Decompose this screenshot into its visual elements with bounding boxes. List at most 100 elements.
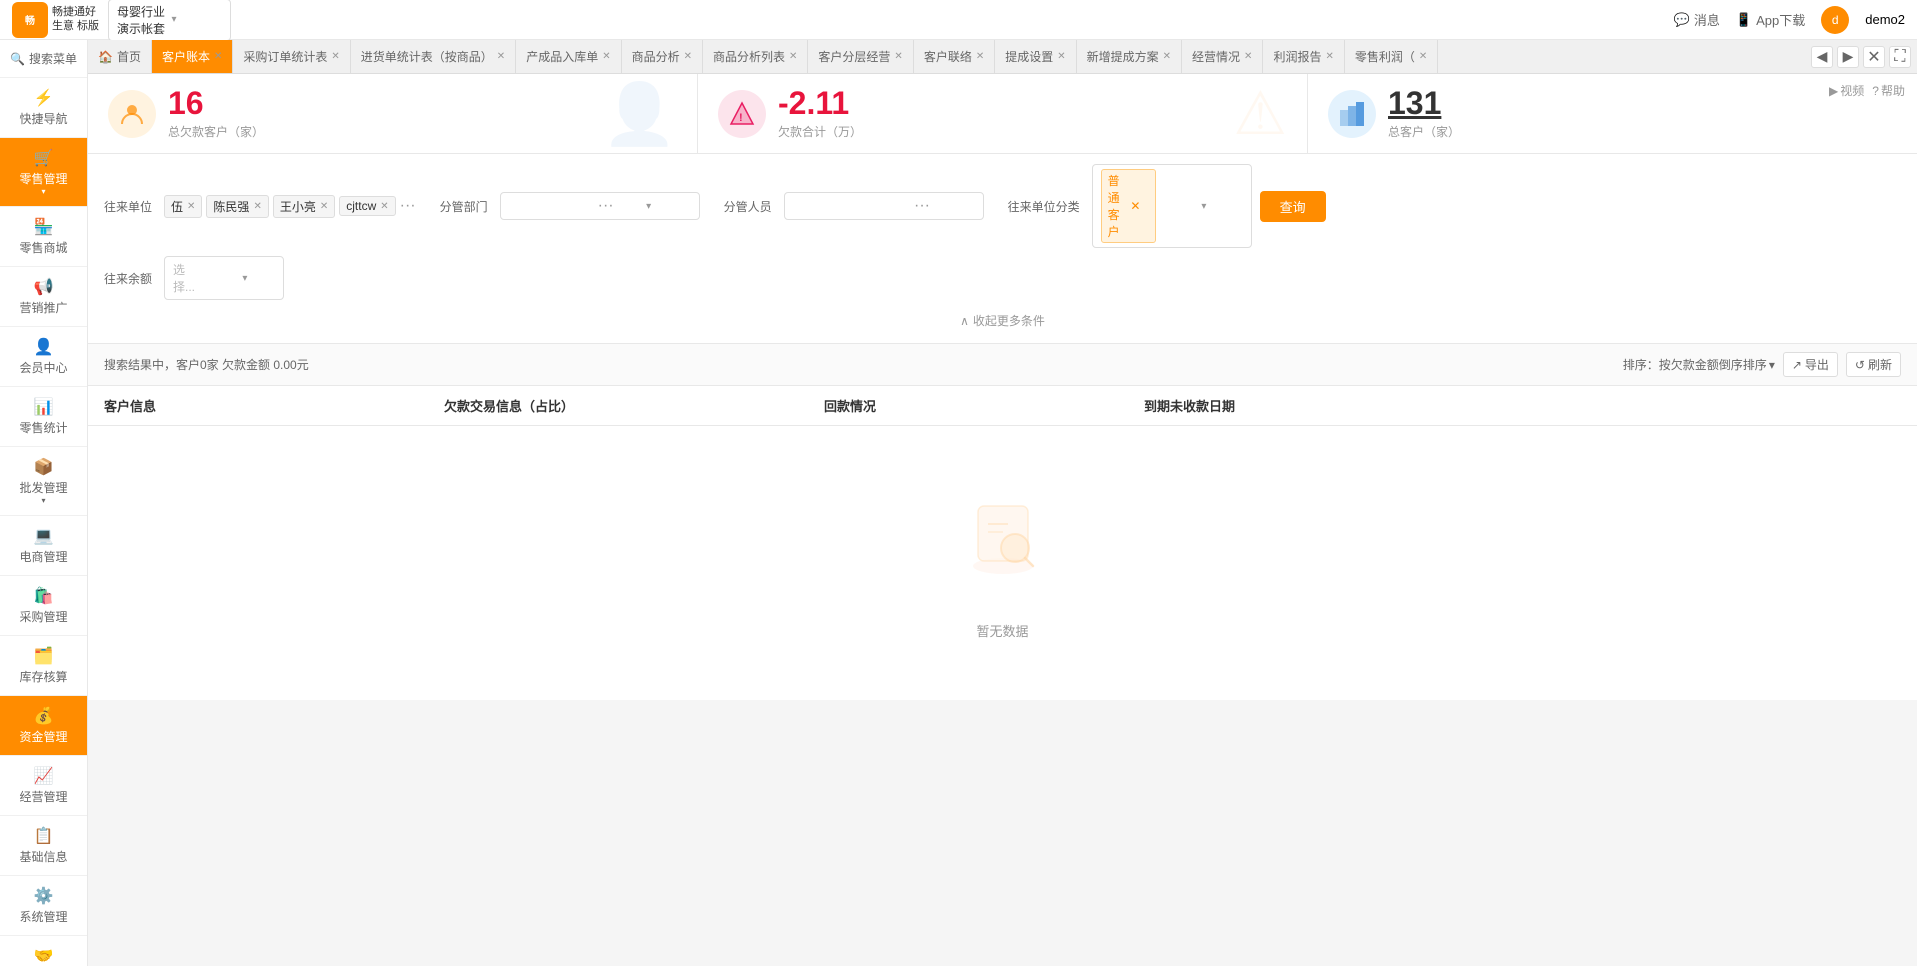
- sidebar-item-member-center[interactable]: 👤 会员中心: [0, 327, 87, 387]
- tab-close-icon[interactable]: ✕: [894, 51, 902, 62]
- sidebar-item-inventory[interactable]: 🗂️ 库存核算: [0, 636, 87, 696]
- tab-product-analysis-list[interactable]: 商品分析列表 ✕: [703, 40, 808, 74]
- results-text: 搜索结果中，客户0家 欠款金额 0.00元: [104, 356, 1623, 373]
- retail-mgmt-icon: 🛒: [34, 148, 54, 168]
- sidebar-item-sys-mgmt[interactable]: ⚙️ 系统管理: [0, 876, 87, 936]
- tab-purchase-order-stats[interactable]: 采购订单统计表 ✕: [233, 40, 350, 74]
- tab-customer-book[interactable]: 客户账本 ✕: [152, 40, 233, 74]
- sidebar-item-retail-stats[interactable]: 📊 零售统计: [0, 387, 87, 447]
- close-icon[interactable]: ✕: [380, 201, 388, 212]
- close-icon[interactable]: ✕: [1130, 199, 1149, 213]
- tab-close-icon[interactable]: ✕: [1419, 51, 1427, 62]
- chevron-down-icon: ▾: [1201, 201, 1242, 212]
- empty-text: 暂无数据: [976, 621, 1028, 640]
- avatar[interactable]: d: [1821, 6, 1849, 34]
- tab-close-icon[interactable]: ✕: [1057, 51, 1065, 62]
- sidebar-item-retail-mgmt[interactable]: 🛒 零售管理 ▾: [0, 138, 87, 207]
- logo-text: 畅捷通好生意 标版: [52, 6, 100, 32]
- tab-operations[interactable]: 经营情况 ✕: [1182, 40, 1263, 74]
- sidebar-item-label: 库存核算: [19, 668, 67, 685]
- sidebar-item-batch-mgmt[interactable]: 📦 批发管理 ▾: [0, 447, 87, 516]
- sort-button[interactable]: 排序：按欠款金额倒序排序 ▾: [1623, 356, 1775, 373]
- sidebar-item-enterprise[interactable]: 🤝 企业协同: [0, 936, 87, 966]
- sidebar-item-label: 零售统计: [19, 419, 67, 436]
- search-label: 搜索菜单: [29, 50, 77, 67]
- batch-mgmt-icon: 📦: [34, 457, 54, 477]
- sidebar-search[interactable]: 🔍 搜索菜单: [0, 40, 87, 78]
- top-bar-right: 💬 消息 📱 App下载 d demo2: [1674, 6, 1905, 34]
- sidebar-item-purchase[interactable]: 🛍️ 采购管理: [0, 576, 87, 636]
- stats-bar: 16 总欠款客户（家） 👤 ! -2.11 欠款合计（万） ⚠: [88, 74, 1917, 154]
- svg-text:!: !: [739, 112, 743, 124]
- balance-selector[interactable]: 选择... ▾: [164, 256, 284, 300]
- chevron-down-icon: ▾: [242, 273, 275, 284]
- tab-close-icon[interactable]: ✕: [684, 51, 692, 62]
- sidebar-item-quick-nav[interactable]: ⚡ 快捷导航: [0, 78, 87, 138]
- help-button[interactable]: ? 帮助: [1872, 82, 1905, 99]
- customers-number: 16: [168, 87, 264, 119]
- close-icon[interactable]: ✕: [187, 201, 195, 212]
- tab-add-promo[interactable]: 新增提成方案 ✕: [1077, 40, 1182, 74]
- more-tags-button[interactable]: ···: [400, 197, 416, 215]
- tab-customer-contact[interactable]: 客户联络 ✕: [914, 40, 995, 74]
- tab-close-icon[interactable]: ✕: [1244, 51, 1252, 62]
- tab-profit-report[interactable]: 利润报告 ✕: [1263, 40, 1344, 74]
- stat-total-text: 131 总客户（家）: [1388, 87, 1460, 140]
- member-icon: 👤: [34, 337, 54, 357]
- sidebar-item-basic-info[interactable]: 📋 基础信息: [0, 816, 87, 876]
- unit-type-selector[interactable]: 普通客户 ✕ ▾: [1092, 164, 1252, 248]
- balance-filter-label: 往来余额: [104, 270, 152, 287]
- tab-home[interactable]: 🏠 首页: [88, 40, 152, 74]
- debt-stat-icon: !: [718, 90, 766, 138]
- company-selector[interactable]: 母婴行业演示帐套 ▾: [108, 0, 231, 41]
- tab-retail-profit[interactable]: 零售利润（ ✕: [1345, 40, 1438, 74]
- logo: 畅 畅捷通好生意 标版: [12, 2, 100, 38]
- video-help: ▶ 视频 ? 帮助: [1829, 82, 1905, 99]
- sidebar-item-label: 经营管理: [19, 788, 67, 805]
- tab-close-icon[interactable]: ✕: [1325, 51, 1333, 62]
- tab-promotion-settings[interactable]: 提成设置 ✕: [995, 40, 1076, 74]
- query-button[interactable]: 查询: [1260, 191, 1326, 222]
- refresh-button[interactable]: ↺ 刷新: [1846, 352, 1901, 377]
- tab-close-icon[interactable]: ✕: [602, 51, 610, 62]
- dept-selector[interactable]: ··· ▾: [500, 192, 700, 220]
- tab-close-icon[interactable]: ✕: [789, 51, 797, 62]
- sidebar-item-label: 系统管理: [19, 908, 67, 925]
- sidebar-item-marketing[interactable]: 📢 营销推广: [0, 267, 87, 327]
- person-selector[interactable]: ···: [784, 192, 984, 220]
- sidebar-item-operation[interactable]: 📈 经营管理: [0, 756, 87, 816]
- sidebar-item-label: 采购管理: [19, 608, 67, 625]
- sidebar-item-label: 会员中心: [19, 359, 67, 376]
- tab-close-icon[interactable]: ✕: [497, 51, 505, 62]
- purchase-icon: 🛍️: [34, 586, 54, 606]
- collapse-button[interactable]: ∧ 收起更多条件: [948, 308, 1057, 333]
- tab-close-icon[interactable]: ✕: [1163, 51, 1171, 62]
- tab-scroll-left[interactable]: ◀: [1811, 46, 1833, 68]
- sidebar-item-finance[interactable]: 💰 资金管理: [0, 696, 87, 756]
- col-header-date: 到期未收款日期: [1144, 396, 1901, 415]
- tab-scroll-right[interactable]: ▶: [1837, 46, 1859, 68]
- tab-product-analysis[interactable]: 商品分析 ✕: [622, 40, 703, 74]
- tab-customer-segment[interactable]: 客户分层经营 ✕: [808, 40, 913, 74]
- tab-inbound-stats[interactable]: 进货单统计表（按商品） ✕: [351, 40, 516, 74]
- tab-close-all[interactable]: ✕: [1863, 46, 1885, 68]
- close-icon[interactable]: ✕: [253, 201, 261, 212]
- tab-close-icon[interactable]: ✕: [976, 51, 984, 62]
- tab-close-icon[interactable]: ✕: [214, 51, 222, 62]
- app-download-button[interactable]: 📱 App下载: [1736, 10, 1805, 29]
- sidebar-item-ecommerce[interactable]: 💻 电商管理: [0, 516, 87, 576]
- sidebar-item-label: 零售商城: [19, 239, 67, 256]
- home-icon: 🏠: [98, 50, 113, 64]
- message-button[interactable]: 💬 消息: [1674, 10, 1720, 29]
- search-icon: 🔍: [10, 52, 25, 66]
- sys-mgmt-icon: ⚙️: [34, 886, 54, 906]
- sidebar-item-retail-mall[interactable]: 🏪 零售商城: [0, 207, 87, 267]
- video-button[interactable]: ▶ 视频: [1829, 82, 1864, 99]
- tab-close-icon[interactable]: ✕: [331, 51, 339, 62]
- tab-product-inbound[interactable]: 产成品入库单 ✕: [516, 40, 621, 74]
- export-button[interactable]: ↗ 导出: [1783, 352, 1838, 377]
- close-icon[interactable]: ✕: [320, 201, 328, 212]
- total-label: 总客户（家）: [1388, 123, 1460, 140]
- tab-maximize[interactable]: ⛶: [1889, 46, 1911, 68]
- stat-total-customers: 131 总客户（家） ▶ 视频 ? 帮助: [1308, 74, 1917, 153]
